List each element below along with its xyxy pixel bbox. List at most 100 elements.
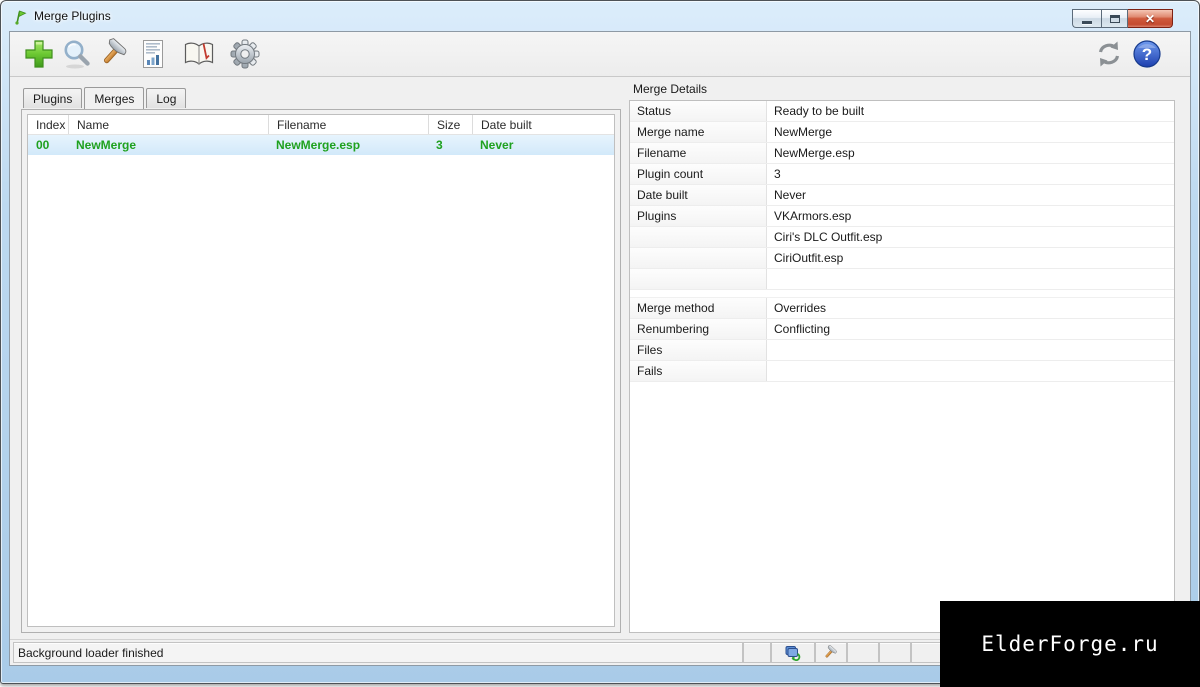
tab-plugins[interactable]: Plugins	[23, 88, 83, 108]
detail-label-plugin-count: Plugin count	[630, 164, 767, 184]
dictionary-button[interactable]	[180, 35, 218, 73]
detail-row-merge-method: Merge method Overrides	[630, 298, 1174, 319]
detail-label-blank	[630, 269, 767, 289]
details-panel: Merge Details Status Ready to be built Mer…	[629, 80, 1175, 633]
refresh-icon	[1098, 41, 1120, 67]
detail-label-filename: Filename	[630, 143, 767, 163]
merge-list-body: 00 NewMerge NewMerge.esp 3 Never	[28, 135, 614, 155]
connection-icon	[785, 645, 801, 661]
status-cell-empty-3	[879, 642, 911, 663]
merge-row-newmerge[interactable]: 00 NewMerge NewMerge.esp 3 Never	[28, 135, 614, 155]
detail-label-merge-method: Merge method	[630, 298, 767, 318]
maximize-button[interactable]	[1101, 9, 1128, 28]
detail-value-date-built: Never	[774, 188, 807, 202]
detail-row-plugins: Plugins VKArmors.esp	[630, 206, 1174, 227]
column-header-index[interactable]: Index	[28, 115, 68, 134]
svg-text:?: ?	[1142, 45, 1152, 64]
column-header-size[interactable]: Size	[428, 115, 472, 134]
refresh-button[interactable]	[1090, 35, 1128, 73]
detail-label-merge-name: Merge name	[630, 122, 767, 142]
detail-row-fails: Fails	[630, 361, 1174, 382]
merge-cell-index: 00	[36, 138, 50, 152]
detail-row-renumbering: Renumbering Conflicting	[630, 319, 1174, 340]
detail-row-status: Status Ready to be built	[630, 101, 1174, 122]
detail-label-blank	[630, 227, 767, 247]
status-cell-empty-1	[743, 642, 771, 663]
title-bar[interactable]: Merge Plugins ✕	[1, 1, 1199, 31]
add-icon	[25, 40, 53, 68]
check-plugins-button[interactable]	[58, 35, 96, 73]
detail-row-filename: Filename NewMerge.esp	[630, 143, 1174, 164]
detail-row-plugin-count: Plugin count 3	[630, 164, 1174, 185]
detail-value-cirioutfit-esp: CiriOutfit.esp	[774, 251, 844, 265]
toolbar: ?	[10, 32, 1190, 77]
merge-report-button[interactable]	[134, 35, 172, 73]
column-header-name[interactable]: Name	[68, 115, 268, 134]
merge-cell-filename: NewMerge.esp	[276, 138, 361, 152]
detail-label-files: Files	[630, 340, 767, 360]
detail-value-ciri-s-dlc-outfit-esp: Ciri's DLC Outfit.esp	[774, 230, 883, 244]
detail-value-merge-name: NewMerge	[774, 125, 833, 139]
merge-cell-name: NewMerge	[76, 138, 137, 152]
minimize-button[interactable]	[1072, 9, 1101, 28]
details-grid: Status Ready to be built Merge name NewMerg…	[629, 100, 1175, 633]
tab-merges[interactable]: Merges	[84, 87, 145, 109]
detail-value-plugin-count: 3	[774, 167, 781, 181]
minimize-icon	[1082, 21, 1092, 24]
detail-row-merge-name: Merge name NewMerge	[630, 122, 1174, 143]
main-area: Plugins Merges Log Index Name Filename Size Da…	[10, 78, 1190, 639]
detail-row-files: Files	[630, 340, 1174, 361]
app-icon	[15, 10, 27, 25]
detail-value-files	[767, 340, 1174, 360]
app-window: Merge Plugins ✕ ? Plugins Merges Log Ind…	[0, 0, 1200, 684]
add-merge-button[interactable]	[20, 35, 58, 73]
detail-label-blank	[630, 248, 767, 268]
window-controls: ✕	[1072, 9, 1173, 28]
details-title: Merge Details	[633, 82, 708, 96]
column-header-filename[interactable]: Filename	[268, 115, 428, 134]
detail-row-blank	[630, 269, 1174, 290]
status-cell-connection	[771, 642, 815, 663]
detail-label-status: Status	[630, 101, 767, 121]
status-cell-empty-2	[847, 642, 879, 663]
detail-row-cirioutfit-esp: CiriOutfit.esp	[630, 248, 1174, 269]
watermark: ElderForge.ru	[940, 601, 1200, 687]
detail-value-filename: NewMerge.esp	[774, 146, 855, 160]
status-message: Background loader finished	[13, 642, 743, 663]
help-icon: ?	[1133, 40, 1161, 68]
window-title: Merge Plugins	[34, 9, 111, 23]
build-merges-button[interactable]	[96, 35, 134, 73]
detail-value-merge-method: Overrides	[774, 301, 827, 315]
detail-value-status: Ready to be built	[774, 104, 865, 118]
detail-label-date-built: Date built	[630, 185, 767, 205]
hammer-icon	[825, 644, 837, 658]
detail-label-renumbering: Renumbering	[630, 319, 767, 339]
help-button[interactable]: ?	[1128, 35, 1166, 73]
merge-list-header: Index Name Filename Size Date built	[28, 115, 614, 135]
status-cell-hammer	[815, 642, 847, 663]
merge-cell-date-built: Never	[480, 138, 514, 152]
options-button[interactable]	[226, 35, 264, 73]
detail-value-plugins: VKArmors.esp	[774, 209, 852, 223]
detail-label-fails: Fails	[630, 361, 767, 381]
detail-row-ciri-s-dlc-outfit-esp: Ciri's DLC Outfit.esp	[630, 227, 1174, 248]
dictionary-book-icon	[184, 42, 214, 65]
column-header-date-built[interactable]: Date built	[472, 115, 614, 134]
search-icon	[64, 40, 90, 69]
merges-tab-page: Index Name Filename Size Date built 00 NewMer…	[21, 109, 621, 633]
detail-label-plugins: Plugins	[630, 206, 767, 226]
close-icon: ✕	[1144, 11, 1156, 26]
build-hammer-icon	[103, 38, 127, 64]
tab-log[interactable]: Log	[146, 88, 187, 108]
merge-cell-size: 3	[436, 138, 443, 152]
maximize-icon	[1109, 14, 1120, 23]
options-gear-icon	[230, 39, 260, 69]
detail-value-fails	[767, 361, 1174, 381]
report-icon	[143, 40, 163, 68]
close-button[interactable]: ✕	[1128, 9, 1173, 28]
merge-list: Index Name Filename Size Date built 00 NewMer…	[27, 114, 615, 627]
left-panel: Plugins Merges Log Index Name Filename Size Da…	[21, 87, 621, 633]
detail-row-date-built: Date built Never	[630, 185, 1174, 206]
detail-value-blank	[767, 269, 1174, 289]
detail-value-renumbering: Conflicting	[774, 322, 831, 336]
